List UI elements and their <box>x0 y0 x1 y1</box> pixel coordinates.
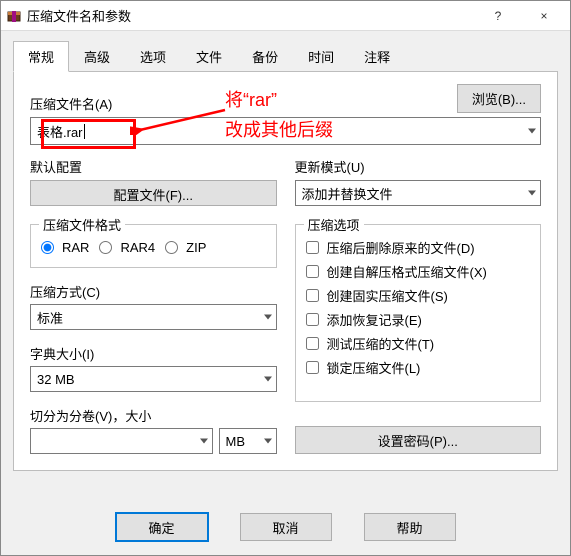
opt-lock[interactable]: 锁定压缩文件(L) <box>306 355 531 379</box>
split-unit-select[interactable]: MB <box>219 428 277 454</box>
opt-self-extract[interactable]: 创建自解压格式压缩文件(X) <box>306 259 531 283</box>
ok-button[interactable]: 确定 <box>116 513 208 541</box>
titlebar: 压缩文件名和参数 ? × <box>1 1 570 31</box>
tab-time[interactable]: 时间 <box>293 41 349 72</box>
browse-button[interactable]: 浏览(B)... <box>457 84 541 113</box>
archive-format-group: 压缩文件格式 RAR RAR4 ZIP <box>30 224 277 268</box>
default-profile-label: 默认配置 <box>30 157 277 176</box>
format-rar-radio[interactable]: RAR <box>41 235 89 259</box>
opt-delete-after[interactable]: 压缩后删除原来的文件(D) <box>306 235 531 259</box>
opt-test[interactable]: 测试压缩的文件(T) <box>306 331 531 355</box>
dict-size-label: 字典大小(I) <box>30 347 94 362</box>
compression-method-select[interactable]: 标准 <box>30 304 277 330</box>
chevron-down-icon[interactable] <box>528 129 536 134</box>
archive-format-legend: 压缩文件格式 <box>39 215 125 234</box>
dict-size-select[interactable]: 32 MB <box>30 366 277 392</box>
cancel-button[interactable]: 取消 <box>240 513 332 541</box>
archive-name-label: 压缩文件名(A) <box>30 94 112 113</box>
update-mode-select[interactable]: 添加并替换文件 <box>295 180 542 206</box>
opt-recovery[interactable]: 添加恢复记录(E) <box>306 307 531 331</box>
close-button[interactable]: × <box>524 2 564 30</box>
content-area: 常规 高级 选项 文件 备份 时间 注释 压缩文件名(A) 浏览(B)... 表… <box>1 31 570 503</box>
split-size-input[interactable] <box>30 428 213 454</box>
tab-files[interactable]: 文件 <box>181 41 237 72</box>
format-zip-radio[interactable]: ZIP <box>165 235 206 259</box>
chevron-down-icon[interactable] <box>264 315 272 320</box>
opt-solid[interactable]: 创建固实压缩文件(S) <box>306 283 531 307</box>
app-icon <box>7 9 21 23</box>
compression-method-label: 压缩方式(C) <box>30 285 100 300</box>
chevron-down-icon[interactable] <box>264 377 272 382</box>
window-title: 压缩文件名和参数 <box>27 6 472 25</box>
dialog-window: 压缩文件名和参数 ? × 常规 高级 选项 文件 备份 时间 注释 压缩文件名(… <box>0 0 571 556</box>
split-volumes-label: 切分为分卷(V)，大小 <box>30 409 151 424</box>
chevron-down-icon[interactable] <box>200 439 208 444</box>
help-button[interactable]: ? <box>478 2 518 30</box>
set-password-button[interactable]: 设置密码(P)... <box>295 426 542 454</box>
dialog-footer: 确定 取消 帮助 <box>1 503 570 555</box>
tab-strip: 常规 高级 选项 文件 备份 时间 注释 <box>13 41 558 72</box>
text-caret <box>84 124 85 139</box>
tab-backup[interactable]: 备份 <box>237 41 293 72</box>
tab-general[interactable]: 常规 <box>13 41 69 72</box>
update-mode-label: 更新模式(U) <box>295 157 542 176</box>
chevron-down-icon[interactable] <box>264 439 272 444</box>
format-rar4-radio[interactable]: RAR4 <box>99 235 155 259</box>
chevron-down-icon[interactable] <box>528 191 536 196</box>
profiles-button[interactable]: 配置文件(F)... <box>30 180 277 206</box>
tab-comment[interactable]: 注释 <box>349 41 405 72</box>
archive-name-input[interactable]: 表格.rar <box>30 117 541 145</box>
archive-options-group: 压缩选项 压缩后删除原来的文件(D) 创建自解压格式压缩文件(X) 创建固实压缩… <box>295 224 542 402</box>
general-panel: 压缩文件名(A) 浏览(B)... 表格.rar 默认配置 配置文件(F)...… <box>13 71 558 471</box>
archive-options-legend: 压缩选项 <box>304 215 364 234</box>
tab-advanced[interactable]: 高级 <box>69 41 125 72</box>
tab-options[interactable]: 选项 <box>125 41 181 72</box>
help-footer-button[interactable]: 帮助 <box>364 513 456 541</box>
